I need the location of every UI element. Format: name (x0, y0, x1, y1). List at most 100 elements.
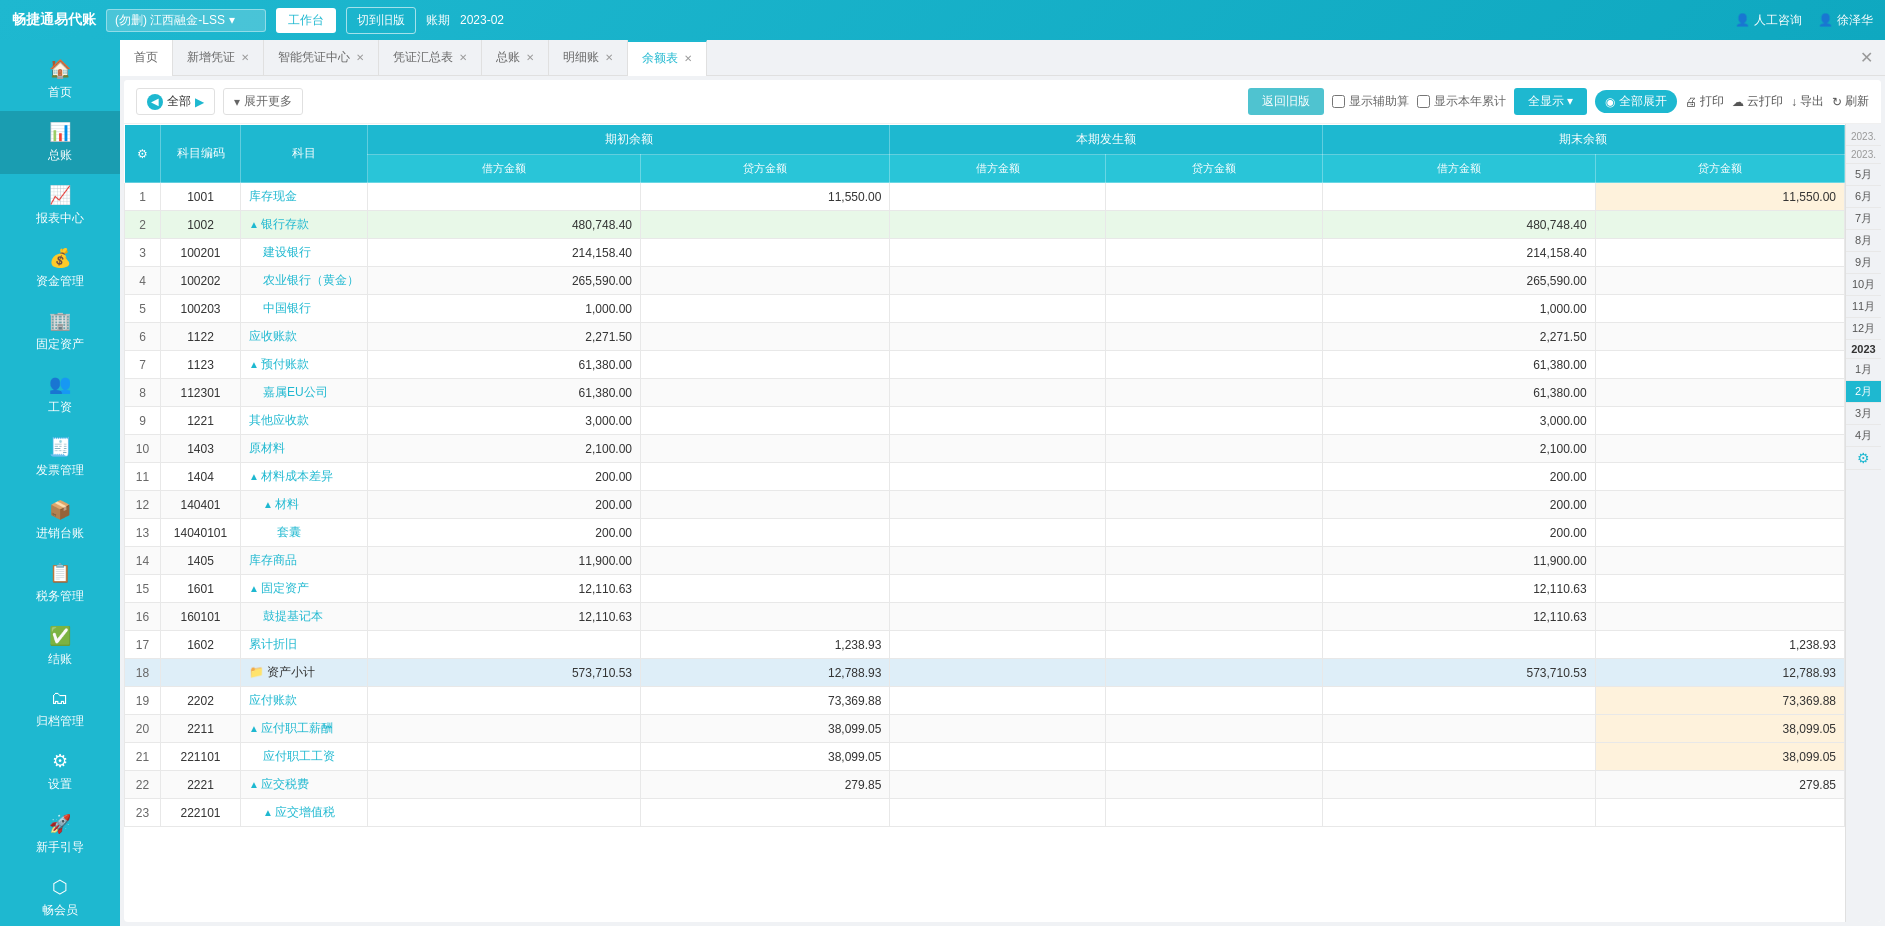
sidebar-item-salary[interactable]: 👥 工资 (0, 363, 120, 426)
row-name[interactable]: 应付账款 (241, 687, 368, 715)
row-name[interactable]: ▲材料 (241, 491, 368, 519)
row-name-link[interactable]: 应收账款 (249, 329, 297, 343)
row-name-link[interactable]: 应交税费 (261, 777, 309, 791)
tab-detail-ledger-close[interactable]: ✕ (605, 52, 613, 63)
row-name[interactable]: ▲材料成本差异 (241, 463, 368, 491)
timeline-month-4[interactable]: 4月 (1846, 425, 1881, 447)
row-name[interactable]: 农业银行（黄金） (241, 267, 368, 295)
tab-general-ledger[interactable]: 总账 ✕ (482, 40, 549, 76)
show-auxiliary-checkbox[interactable]: 显示辅助算 (1332, 93, 1409, 110)
row-name-link[interactable]: 应付账款 (249, 693, 297, 707)
sidebar-item-capital[interactable]: 💰 资金管理 (0, 237, 120, 300)
expand-more-button[interactable]: ▾ 展开更多 (223, 88, 303, 115)
sidebar-item-fixed-assets[interactable]: 🏢 固定资产 (0, 300, 120, 363)
tab-new-voucher[interactable]: 新增凭证 ✕ (173, 40, 264, 76)
timeline-month-1[interactable]: 1月 (1846, 359, 1881, 381)
company-selector[interactable]: (勿删) 江西融金-LSS ▾ (106, 9, 266, 32)
timeline-month-7[interactable]: 7月 (1846, 208, 1881, 230)
row-name-link[interactable]: 库存商品 (249, 553, 297, 567)
filter-all-button[interactable]: ◀ 全部 ▶ (136, 88, 215, 115)
row-name-link[interactable]: 应付职工薪酬 (261, 721, 333, 735)
row-name[interactable]: ▲固定资产 (241, 575, 368, 603)
row-name-link[interactable]: 材料 (275, 497, 299, 511)
row-name[interactable]: 应付职工工资 (241, 743, 368, 771)
tab-balance-sheet-close[interactable]: ✕ (684, 53, 692, 64)
refresh-button[interactable]: ↻ 刷新 (1832, 93, 1869, 110)
tab-smart-verify-close[interactable]: ✕ (356, 52, 364, 63)
row-name[interactable]: 中国银行 (241, 295, 368, 323)
sidebar-item-purchase[interactable]: 📦 进销台账 (0, 489, 120, 552)
row-name-link[interactable]: 原材料 (249, 441, 285, 455)
tab-smart-verify[interactable]: 智能凭证中心 ✕ (264, 40, 379, 76)
row-name-link[interactable]: 嘉属EU公司 (263, 385, 328, 399)
row-name-link[interactable]: 库存现金 (249, 189, 297, 203)
row-name-link[interactable]: 固定资产 (261, 581, 309, 595)
row-name[interactable]: ▲预付账款 (241, 351, 368, 379)
auxiliary-checkbox-input[interactable] (1332, 95, 1345, 108)
row-name[interactable]: 鼓提基记本 (241, 603, 368, 631)
row-name[interactable]: ▲银行存款 (241, 211, 368, 239)
row-name-link[interactable]: 应付职工工资 (263, 749, 335, 763)
full-mode-button[interactable]: 全显示 ▾ (1514, 88, 1587, 115)
sidebar-item-guide[interactable]: 🚀 新手引导 (0, 803, 120, 866)
sidebar-item-archive[interactable]: 🗂 归档管理 (0, 678, 120, 740)
row-name-link[interactable]: 农业银行（黄金） (263, 273, 359, 287)
row-name[interactable]: 库存商品 (241, 547, 368, 575)
row-name-link[interactable]: 应交增值税 (275, 805, 335, 819)
window-close-button[interactable]: ✕ (1848, 40, 1885, 76)
timeline-month-8[interactable]: 8月 (1846, 230, 1881, 252)
row-name-link[interactable]: 其他应收款 (249, 413, 309, 427)
timeline-month-11[interactable]: 11月 (1846, 296, 1881, 318)
row-name-link[interactable]: 建设银行 (263, 245, 311, 259)
timeline-month-12[interactable]: 12月 (1846, 318, 1881, 340)
tab-voucher-summary-close[interactable]: ✕ (459, 52, 467, 63)
tab-detail-ledger[interactable]: 明细账 ✕ (549, 40, 628, 76)
return-old-button[interactable]: 返回旧版 (1248, 88, 1324, 115)
row-name-link[interactable]: 材料成本差异 (261, 469, 333, 483)
sidebar-item-invoice[interactable]: 🧾 发票管理 (0, 426, 120, 489)
timeline-month-9[interactable]: 9月 (1846, 252, 1881, 274)
sidebar-item-home[interactable]: 🏠 首页 (0, 48, 120, 111)
ytd-checkbox-input[interactable] (1417, 95, 1430, 108)
row-name[interactable]: ▲应交增值税 (241, 799, 368, 827)
row-name[interactable]: 嘉属EU公司 (241, 379, 368, 407)
tab-new-voucher-close[interactable]: ✕ (241, 52, 249, 63)
sidebar-item-member[interactable]: ⬡ 畅会员 (0, 866, 120, 926)
cloud-print-button[interactable]: ☁ 云打印 (1732, 93, 1783, 110)
sidebar-item-report[interactable]: 📈 报表中心 (0, 174, 120, 237)
col-settings-header[interactable]: ⚙ (125, 125, 161, 183)
timeline-month-10[interactable]: 10月 (1846, 274, 1881, 296)
row-name-link[interactable]: 银行存款 (261, 217, 309, 231)
row-name-link[interactable]: 鼓提基记本 (263, 609, 323, 623)
user-profile[interactable]: 👤 徐泽华 (1818, 12, 1873, 29)
row-name[interactable]: 应收账款 (241, 323, 368, 351)
timeline-settings-icon[interactable]: ⚙ (1846, 447, 1881, 470)
sidebar-item-settings[interactable]: ⚙ 设置 (0, 740, 120, 803)
row-name[interactable]: 原材料 (241, 435, 368, 463)
tab-general-ledger-close[interactable]: ✕ (526, 52, 534, 63)
export-button[interactable]: ↓ 导出 (1791, 93, 1824, 110)
row-name-link[interactable]: 中国银行 (263, 301, 311, 315)
row-name[interactable]: 库存现金 (241, 183, 368, 211)
row-name[interactable]: 其他应收款 (241, 407, 368, 435)
row-name[interactable]: 累计折旧 (241, 631, 368, 659)
sidebar-item-settle[interactable]: ✅ 结账 (0, 615, 120, 678)
timeline-month-5[interactable]: 5月 (1846, 164, 1881, 186)
timeline-month-2[interactable]: 2月 (1846, 381, 1881, 403)
sidebar-item-general[interactable]: 📊 总账 (0, 111, 120, 174)
row-name-link[interactable]: 累计折旧 (249, 637, 297, 651)
row-name[interactable]: ▲应交税费 (241, 771, 368, 799)
consulting-link[interactable]: 👤 人工咨询 (1735, 12, 1802, 29)
switch-version-button[interactable]: 切到旧版 (346, 7, 416, 34)
row-name-link[interactable]: 套囊 (277, 525, 301, 539)
timeline-month-6[interactable]: 6月 (1846, 186, 1881, 208)
row-name[interactable]: 建设银行 (241, 239, 368, 267)
workbench-button[interactable]: 工作台 (276, 8, 336, 33)
show-ytd-checkbox[interactable]: 显示本年累计 (1417, 93, 1506, 110)
print-button[interactable]: 🖨 打印 (1685, 93, 1724, 110)
tab-home[interactable]: 首页 (120, 40, 173, 76)
row-name[interactable]: 套囊 (241, 519, 368, 547)
row-name[interactable]: ▲应付职工薪酬 (241, 715, 368, 743)
timeline-month-3[interactable]: 3月 (1846, 403, 1881, 425)
tab-voucher-summary[interactable]: 凭证汇总表 ✕ (379, 40, 482, 76)
